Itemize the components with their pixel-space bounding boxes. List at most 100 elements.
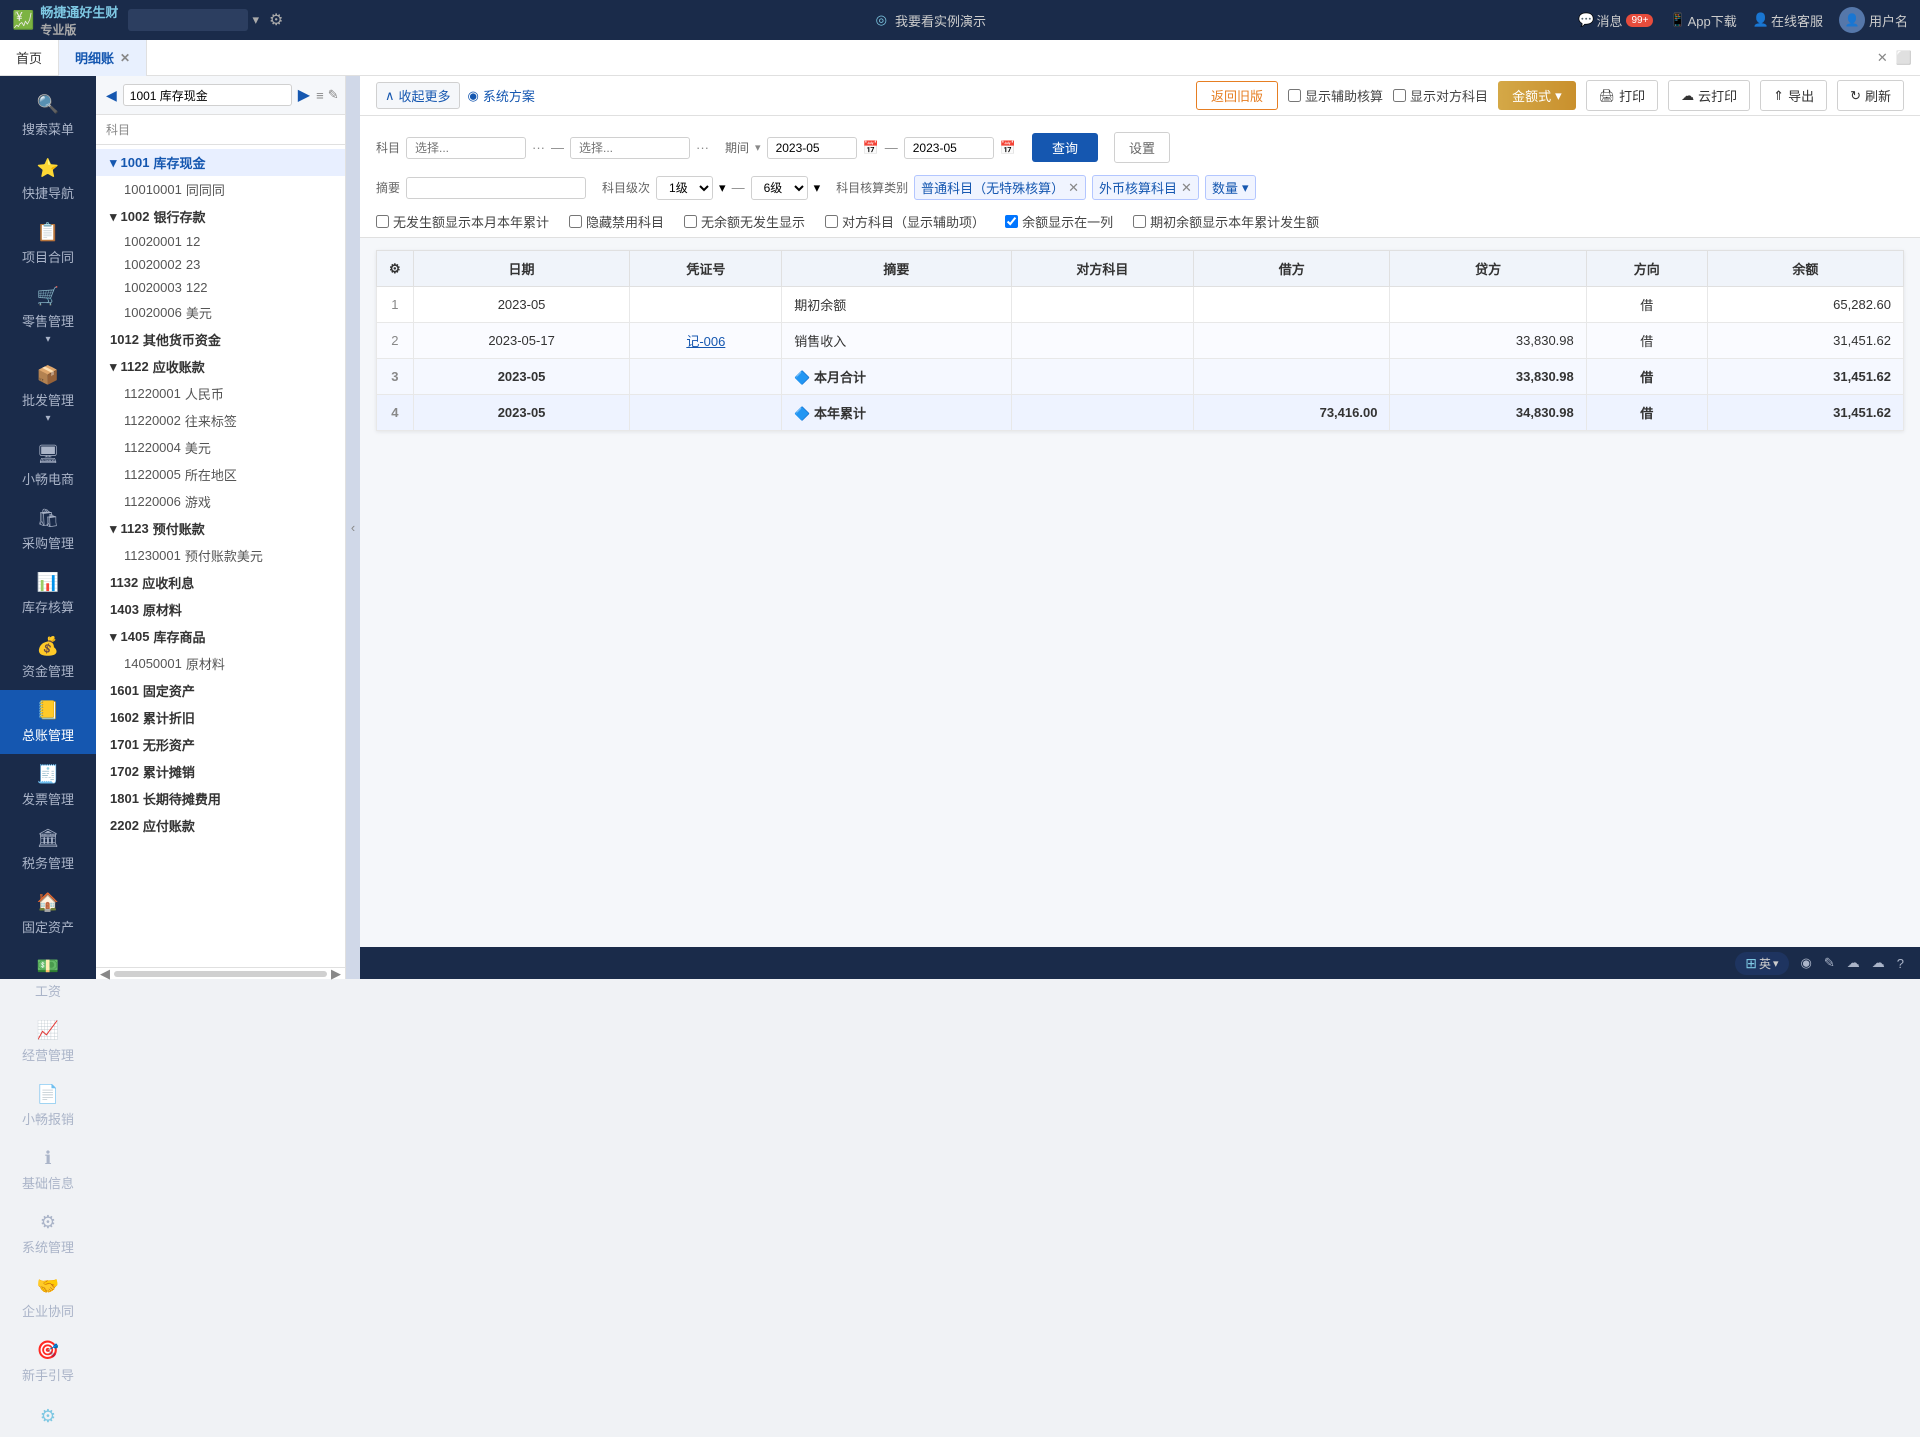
account-search-arrow[interactable]: ▶ (298, 85, 310, 105)
back-btn[interactable]: 返回旧版 (1196, 81, 1278, 110)
subject-end-input[interactable] (570, 137, 690, 159)
sidebar-item-tax[interactable]: 🏛 税务管理 (0, 818, 96, 882)
list-icon[interactable]: ≡ (316, 88, 324, 103)
show-auxiliary-checkbox[interactable]: 显示辅助核算 (1288, 86, 1383, 105)
tree-node-1405[interactable]: ▾ 1405 库存商品 (96, 623, 345, 650)
period-dropdown-icon[interactable]: ▾ (755, 141, 761, 154)
sidebar-bottom-settings[interactable]: ⚙ (0, 1396, 96, 1437)
cb-balance-col[interactable]: 余额显示在一列 (1005, 212, 1113, 231)
sidebar-item-sysadmin[interactable]: ⚙ 系统管理 (0, 1202, 96, 1266)
message-btn[interactable]: 💬 消息 99+ (1578, 11, 1653, 30)
tree-node-10020002[interactable]: 10020002 23 (96, 253, 345, 276)
tree-node-1132[interactable]: 1132 应收利息 (96, 569, 345, 596)
sidebar-item-ledger[interactable]: 📒 总账管理 (0, 690, 96, 754)
tree-node-2202[interactable]: 2202 应付账款 (96, 812, 345, 839)
sidebar-item-basicinfo[interactable]: ℹ 基础信息 (0, 1138, 96, 1202)
edit-icon[interactable]: ✎ (328, 87, 339, 103)
cb-no-balance-input[interactable] (684, 215, 697, 228)
tree-node-14050001[interactable]: 14050001 原材料 (96, 650, 345, 677)
scroll-left-icon[interactable]: ◀ (100, 966, 110, 982)
sidebar-item-expense[interactable]: 📄 小畅报销 (0, 1074, 96, 1138)
cb-opening-balance-input[interactable] (1133, 215, 1146, 228)
category-tag-normal-close[interactable]: ✕ (1068, 180, 1079, 196)
tree-node-11220006[interactable]: 11220006 游戏 (96, 488, 345, 515)
tree-node-11220004[interactable]: 11220004 美元 (96, 434, 345, 461)
refresh-btn[interactable]: ↻ 刷新 (1837, 80, 1904, 111)
show-opposite-input[interactable] (1393, 89, 1406, 102)
query-btn[interactable]: 查询 (1032, 133, 1098, 162)
period-start-input[interactable] (767, 137, 857, 159)
summary-input[interactable] (406, 177, 586, 199)
online-support-btn[interactable]: 👤 在线客服 (1753, 11, 1823, 30)
calendar-start-icon[interactable]: 📅 (863, 140, 879, 156)
tab-detail[interactable]: 明细账 ✕ (59, 40, 147, 76)
tree-node-10020006[interactable]: 10020006 美元 (96, 299, 345, 326)
top-search-input[interactable] (128, 9, 248, 31)
period-end-input[interactable] (904, 137, 994, 159)
tree-node-1001[interactable]: ▾ 1001 库存现金 (96, 149, 345, 176)
account-search-input[interactable] (123, 84, 292, 106)
tree-node-10020001[interactable]: 10020001 12 (96, 230, 345, 253)
tree-node-11220001[interactable]: 11220001 人民币 (96, 380, 345, 407)
col-header-settings[interactable]: ⚙ (377, 251, 414, 287)
cb-opposite[interactable]: 对方科目（显示辅助项） (825, 212, 985, 231)
format-btn[interactable]: 金额式 ▾ (1498, 81, 1576, 110)
row2-voucher[interactable]: 记-006 (630, 323, 782, 359)
tree-node-1002[interactable]: ▾ 1002 银行存款 (96, 203, 345, 230)
export-btn[interactable]: ⇑ 导出 (1760, 80, 1827, 111)
cb-hide-disabled[interactable]: 隐藏禁用科目 (569, 212, 664, 231)
cb-no-amount[interactable]: 无发生额显示本月本年累计 (376, 212, 549, 231)
status-icon-3[interactable]: ☁ (1847, 955, 1860, 971)
status-icon-2[interactable]: ✎ (1824, 955, 1835, 971)
quantity-dropdown-icon[interactable]: ▾ (1242, 180, 1249, 196)
sidebar-item-inventory[interactable]: 📊 库存核算 (0, 562, 96, 626)
sidebar-item-fixedasset[interactable]: 🏠 固定资产 (0, 882, 96, 946)
tab-close-all-icon[interactable]: ✕ (1877, 50, 1888, 66)
cb-no-amount-input[interactable] (376, 215, 389, 228)
calendar-end-icon[interactable]: 📅 (1000, 140, 1016, 156)
settings-icon[interactable]: ⚙ (269, 10, 283, 30)
sidebar-item-purchase[interactable]: 🛍 采购管理 (0, 498, 96, 562)
settings-btn[interactable]: 设置 (1114, 132, 1170, 163)
category-tag-foreign-close[interactable]: ✕ (1181, 180, 1192, 196)
tree-node-11220005[interactable]: 11220005 所在地区 (96, 461, 345, 488)
sidebar-item-wholesale[interactable]: 📦 批发管理 ▾ (0, 355, 96, 434)
tree-node-1122[interactable]: ▾ 1122 应收账款 (96, 353, 345, 380)
tab-maximize-icon[interactable]: ⬜ (1896, 50, 1912, 66)
tab-detail-close[interactable]: ✕ (120, 51, 130, 65)
panel-collapse-btn[interactable]: ‹ (346, 76, 360, 979)
demo-label[interactable]: 我要看实例演示 (895, 11, 986, 30)
lang-switcher[interactable]: ⊞ 英 ▾ (1735, 952, 1788, 975)
tree-node-1403[interactable]: 1403 原材料 (96, 596, 345, 623)
tree-node-10020003[interactable]: 10020003 122 (96, 276, 345, 299)
status-icon-1[interactable]: ◉ (1801, 955, 1812, 971)
sidebar-item-search[interactable]: 🔍 搜索菜单 (0, 84, 96, 148)
status-icon-4[interactable]: ☁ (1872, 955, 1885, 971)
search-bar[interactable]: ▾ (128, 9, 259, 31)
tab-home[interactable]: 首页 (0, 40, 59, 76)
tree-node-1123[interactable]: ▾ 1123 预付账款 (96, 515, 345, 542)
sidebar-item-quicknav[interactable]: ⭐ 快捷导航 (0, 148, 96, 212)
cloud-print-btn[interactable]: ☁ 云打印 (1668, 80, 1750, 111)
sidebar-item-invoice[interactable]: 🧾 发票管理 (0, 754, 96, 818)
tree-node-1601[interactable]: 1601 固定资产 (96, 677, 345, 704)
show-auxiliary-input[interactable] (1288, 89, 1301, 102)
more-btn[interactable]: ∧ 收起更多 (376, 82, 460, 109)
cb-opposite-input[interactable] (825, 215, 838, 228)
cb-opening-balance[interactable]: 期初余额显示本年累计发生额 (1133, 212, 1319, 231)
tree-node-11230001[interactable]: 11230001 预付账款美元 (96, 542, 345, 569)
subject-end-more-icon[interactable]: ··· (696, 140, 709, 155)
sidebar-item-salary[interactable]: 💵 工资 (0, 946, 96, 1010)
show-opposite-checkbox[interactable]: 显示对方科目 (1393, 86, 1488, 105)
status-icon-5[interactable]: ? (1897, 956, 1904, 971)
cb-no-balance[interactable]: 无余额无发生显示 (684, 212, 805, 231)
tree-node-1701[interactable]: 1701 无形资产 (96, 731, 345, 758)
sidebar-item-retail[interactable]: 🛒 零售管理 ▾ (0, 276, 96, 355)
sidebar-item-collab[interactable]: 🤝 企业协同 (0, 1266, 96, 1330)
tree-node-1602[interactable]: 1602 累计折旧 (96, 704, 345, 731)
subject-input[interactable] (406, 137, 526, 159)
sidebar-item-operations[interactable]: 📈 经营管理 (0, 1010, 96, 1074)
print-btn[interactable]: 🖨 打印 (1586, 80, 1659, 111)
app-download-btn[interactable]: 📱 App下载 (1669, 11, 1736, 30)
sidebar-item-ecommerce[interactable]: 🖥 小畅电商 (0, 434, 96, 498)
